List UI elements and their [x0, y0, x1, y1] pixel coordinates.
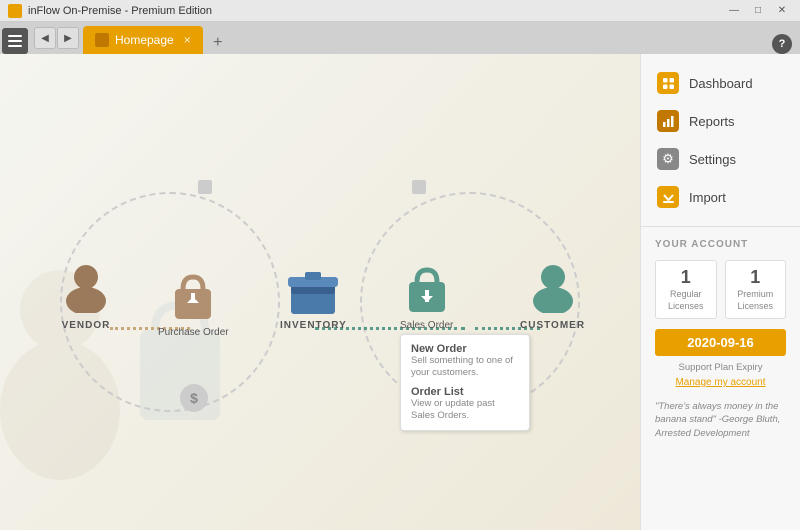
- account-section: YOUR ACCOUNT 1 Regular Licenses 1 Premiu…: [641, 227, 800, 452]
- window-controls[interactable]: — □ ✕: [724, 4, 792, 18]
- regular-license-label: Regular Licenses: [668, 289, 704, 311]
- premium-license-count: 1: [730, 267, 782, 288]
- sales-order-popup: New Order Sell something to one of your …: [400, 334, 530, 431]
- help-button[interactable]: ?: [772, 34, 792, 54]
- sidebar-item-reports[interactable]: Reports: [641, 102, 800, 140]
- regular-license-count: 1: [660, 267, 712, 288]
- tab-label: Homepage: [115, 33, 174, 47]
- dollar-circle[interactable]: $: [180, 384, 208, 412]
- reports-label: Reports: [689, 114, 735, 129]
- app-title: inFlow On-Premise - Premium Edition: [28, 5, 212, 17]
- expiry-date: 2020-09-16: [655, 329, 786, 356]
- customer-icon: [527, 262, 579, 314]
- nav-buttons: ◀ ▶: [30, 22, 83, 54]
- sidebar-nav: Dashboard Reports ⚙ Settings: [641, 54, 800, 227]
- menu-button[interactable]: [2, 28, 28, 54]
- tab-close-button[interactable]: ×: [184, 33, 191, 47]
- sidebar-item-dashboard[interactable]: Dashboard: [641, 64, 800, 102]
- reports-icon: [657, 110, 679, 132]
- tab-bar: ◀ ▶ Homepage × + ?: [0, 22, 800, 54]
- inventory-node[interactable]: INVENTORY: [280, 262, 347, 331]
- sales-order-label: Sales Order: [400, 320, 453, 331]
- homepage-tab[interactable]: Homepage ×: [83, 26, 203, 54]
- flow-container: VENDOR Purchase Order: [0, 74, 640, 530]
- forward-button[interactable]: ▶: [57, 27, 79, 49]
- hamburger-line: [8, 35, 22, 37]
- new-order-title: New Order: [411, 343, 519, 355]
- inventory-label: INVENTORY: [280, 320, 347, 331]
- main-layout: VENDOR Purchase Order: [0, 54, 800, 530]
- regular-license-box: 1 Regular Licenses: [655, 260, 717, 319]
- dashboard-label: Dashboard: [689, 76, 753, 91]
- purchase-order-node[interactable]: Purchase Order: [158, 269, 229, 338]
- premium-license-box: 1 Premium Licenses: [725, 260, 787, 319]
- inventory-icon: [287, 262, 339, 314]
- manage-account-link[interactable]: Manage my account: [655, 377, 786, 388]
- minimize-button[interactable]: —: [724, 4, 744, 18]
- customer-label: CUSTOMER: [520, 320, 585, 331]
- new-order-desc: Sell something to one of your customers.: [411, 355, 519, 380]
- sales-order-icon: [401, 262, 453, 314]
- title-bar: inFlow On-Premise - Premium Edition — □ …: [0, 0, 800, 22]
- order-list-title: Order List: [411, 386, 519, 398]
- account-title: YOUR ACCOUNT: [655, 239, 786, 250]
- order-list-item[interactable]: Order List View or update past Sales Ord…: [411, 386, 519, 423]
- add-tab-button[interactable]: +: [207, 32, 229, 54]
- purchase-order-label: Purchase Order: [158, 327, 229, 338]
- sales-order-node[interactable]: Sales Order: [400, 262, 453, 331]
- flow-diagram: VENDOR Purchase Order: [30, 112, 610, 492]
- purchase-order-icon: [167, 269, 219, 321]
- top-left-marker: [198, 180, 212, 194]
- settings-label: Settings: [689, 152, 736, 167]
- app-icon: [8, 4, 22, 18]
- sidebar-item-import[interactable]: Import: [641, 178, 800, 216]
- top-right-marker: [412, 180, 426, 194]
- close-button[interactable]: ✕: [772, 4, 792, 18]
- new-order-item[interactable]: New Order Sell something to one of your …: [411, 343, 519, 380]
- content-area: VENDOR Purchase Order: [0, 54, 640, 530]
- order-list-desc: View or update past Sales Orders.: [411, 398, 519, 423]
- licenses-row: 1 Regular Licenses 1 Premium Licenses: [655, 260, 786, 319]
- vendor-label: VENDOR: [62, 320, 111, 331]
- sidebar: Dashboard Reports ⚙ Settings: [640, 54, 800, 530]
- vendor-icon: [60, 262, 112, 314]
- premium-license-label: Premium Licenses: [737, 289, 773, 311]
- support-expiry-label: Support Plan Expiry: [655, 362, 786, 373]
- import-label: Import: [689, 190, 726, 205]
- customer-node[interactable]: CUSTOMER: [520, 262, 585, 331]
- maximize-button[interactable]: □: [748, 4, 768, 18]
- dashboard-icon: [657, 72, 679, 94]
- tab-icon: [95, 33, 109, 47]
- sidebar-item-settings[interactable]: ⚙ Settings: [641, 140, 800, 178]
- vendor-node[interactable]: VENDOR: [60, 262, 112, 331]
- hamburger-line: [8, 45, 22, 47]
- hamburger-line: [8, 40, 22, 42]
- back-button[interactable]: ◀: [34, 27, 56, 49]
- quote-text: "There's always money in the banana stan…: [655, 400, 786, 440]
- import-icon: [657, 186, 679, 208]
- settings-icon: ⚙: [657, 148, 679, 170]
